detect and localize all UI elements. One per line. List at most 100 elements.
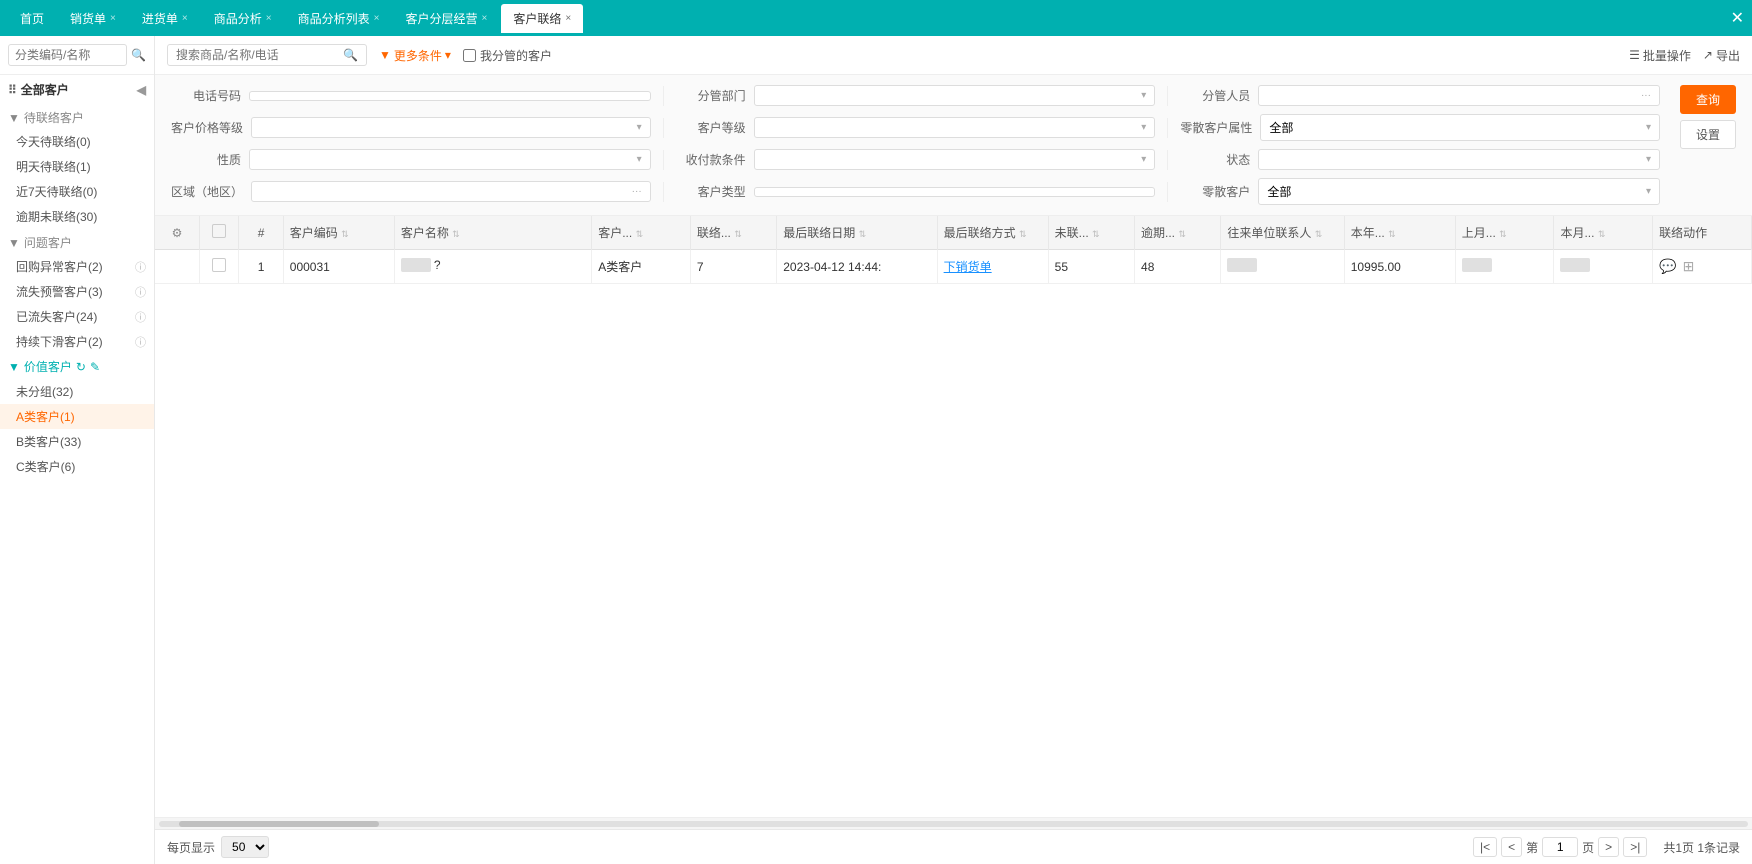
payment-input[interactable]: ▾ bbox=[754, 149, 1156, 170]
nav-tab-purchase[interactable]: 进货单 × bbox=[130, 4, 200, 33]
sidebar-item-ungrouped[interactable]: 未分组(32) bbox=[0, 379, 154, 404]
th-overdue[interactable]: 逾期... ⇅ bbox=[1135, 216, 1221, 250]
th-last-date[interactable]: 最后联络日期 ⇅ bbox=[777, 216, 937, 250]
phone-input[interactable] bbox=[249, 91, 651, 101]
th-settings[interactable]: ⚙ bbox=[155, 216, 199, 250]
sidebar-item-class-c[interactable]: C类客户(6) bbox=[0, 454, 154, 479]
refresh-icon[interactable]: ↻ bbox=[76, 360, 86, 374]
sidebar-item-declining[interactable]: 持续下滑客户(2) ⓘ bbox=[0, 329, 154, 354]
nav-tab-customer-contact[interactable]: 客户联络 × bbox=[501, 4, 583, 33]
sidebar-search-button[interactable]: 🔍 bbox=[131, 48, 146, 62]
customer-type-input[interactable] bbox=[754, 187, 1156, 197]
th-check[interactable] bbox=[199, 216, 238, 250]
gear-icon[interactable]: ⚙ bbox=[172, 226, 183, 240]
th-type[interactable]: 客户... ⇅ bbox=[592, 216, 691, 250]
th-code[interactable]: 客户编码 ⇅ bbox=[283, 216, 394, 250]
retail-input[interactable]: 全部 ▾ bbox=[1258, 178, 1660, 205]
sort-icon-type[interactable]: ⇅ bbox=[636, 229, 644, 239]
chat-icon[interactable]: 💬 bbox=[1659, 258, 1676, 275]
sidebar-item-overdue[interactable]: 逾期未联络(30) bbox=[0, 204, 154, 229]
nav-home[interactable]: 首页 bbox=[8, 4, 56, 33]
first-page-button[interactable]: |< bbox=[1473, 837, 1497, 857]
nav-tab-analysis-close[interactable]: × bbox=[266, 13, 272, 24]
sidebar-item-7days[interactable]: 近7天待联络(0) bbox=[0, 179, 154, 204]
sidebar-item-churn-warning[interactable]: 流失预警客户(3) ⓘ bbox=[0, 279, 154, 304]
sort-icon-contact[interactable]: ⇅ bbox=[734, 229, 742, 239]
filter-search-icon[interactable]: 🔍 bbox=[343, 48, 358, 62]
sort-icon-name[interactable]: ⇅ bbox=[452, 229, 460, 239]
qr-icon[interactable]: ⊞ bbox=[1683, 258, 1695, 275]
prev-page-button[interactable]: < bbox=[1501, 837, 1522, 857]
nav-tab-customer-contact-close[interactable]: × bbox=[565, 13, 571, 24]
last-page-button[interactable]: >| bbox=[1623, 837, 1647, 857]
person-input[interactable]: ··· bbox=[1258, 85, 1660, 106]
query-button[interactable]: 查询 bbox=[1680, 85, 1736, 114]
edit-icon[interactable]: ✎ bbox=[90, 360, 100, 374]
nav-tab-purchase-close[interactable]: × bbox=[182, 13, 188, 24]
price-level-label: 客户价格等级 bbox=[171, 119, 243, 136]
row-checkbox[interactable] bbox=[212, 258, 226, 272]
td-check[interactable] bbox=[199, 250, 238, 284]
scrollbar-track[interactable] bbox=[159, 821, 1748, 827]
th-last-month[interactable]: 上月... ⇅ bbox=[1455, 216, 1554, 250]
chevron-down-retail-attr: ▾ bbox=[1646, 122, 1651, 133]
sidebar-all-customers[interactable]: ⠿ 全部客户 ◀ bbox=[0, 75, 154, 104]
sidebar-search-input[interactable] bbox=[8, 44, 127, 66]
nav-tab-sales[interactable]: 销货单 × bbox=[58, 4, 128, 33]
th-company-contact[interactable]: 往来单位联系人 ⇅ bbox=[1221, 216, 1344, 250]
th-not-contacted[interactable]: 未联... ⇅ bbox=[1048, 216, 1134, 250]
filter-more-conditions[interactable]: ▼ 更多条件 ▾ bbox=[379, 47, 451, 64]
nav-tab-customer-tier-close[interactable]: × bbox=[481, 13, 487, 24]
th-last-method[interactable]: 最后联络方式 ⇅ bbox=[937, 216, 1048, 250]
sort-icon-this-year[interactable]: ⇅ bbox=[1388, 229, 1396, 239]
th-this-year[interactable]: 本年... ⇅ bbox=[1344, 216, 1455, 250]
nav-tab-analysis-list[interactable]: 商品分析列表 × bbox=[286, 4, 392, 33]
th-contact[interactable]: 联络... ⇅ bbox=[690, 216, 776, 250]
area-input[interactable]: ··· bbox=[251, 181, 651, 202]
sort-icon-last-date[interactable]: ⇅ bbox=[859, 229, 867, 239]
sort-icon-company-contact[interactable]: ⇅ bbox=[1315, 229, 1323, 239]
sort-icon-this-month[interactable]: ⇅ bbox=[1598, 229, 1606, 239]
filter-search-input[interactable] bbox=[176, 48, 343, 62]
select-all-checkbox[interactable] bbox=[212, 224, 226, 238]
price-level-input[interactable]: ▾ bbox=[251, 117, 651, 138]
sidebar-item-today[interactable]: 今天待联络(0) bbox=[0, 129, 154, 154]
nav-tab-sales-close[interactable]: × bbox=[110, 13, 116, 24]
current-page-input[interactable] bbox=[1542, 837, 1578, 857]
nature-input[interactable]: ▾ bbox=[249, 149, 651, 170]
sidebar-item-class-b[interactable]: B类客户(33) bbox=[0, 429, 154, 454]
page-size-select[interactable]: 50 bbox=[221, 836, 269, 858]
sort-icon-last-month[interactable]: ⇅ bbox=[1499, 229, 1507, 239]
sidebar-item-churned[interactable]: 已流失客户(24) ⓘ bbox=[0, 304, 154, 329]
dept-input[interactable]: ▾ bbox=[754, 85, 1156, 106]
sidebar-item-abnormal-repurchase[interactable]: 回购异常客户(2) ⓘ bbox=[0, 254, 154, 279]
sort-icon-code[interactable]: ⇅ bbox=[341, 229, 349, 239]
sort-icon-last-method[interactable]: ⇅ bbox=[1019, 229, 1027, 239]
my-customers-filter[interactable]: 我分管的客户 bbox=[463, 47, 552, 64]
collapse-icon[interactable]: ◀ bbox=[137, 83, 146, 97]
settings-button[interactable]: 设置 bbox=[1680, 120, 1736, 149]
sidebar-item-tomorrow[interactable]: 明天待联络(1) bbox=[0, 154, 154, 179]
divider-2 bbox=[1167, 86, 1168, 106]
th-name[interactable]: 客户名称 ⇅ bbox=[394, 216, 591, 250]
horizontal-scrollbar[interactable] bbox=[155, 817, 1752, 829]
td-last-method[interactable]: 下销货单 bbox=[937, 250, 1048, 284]
status-input[interactable]: ▾ bbox=[1258, 149, 1660, 170]
my-customers-checkbox[interactable] bbox=[463, 49, 476, 62]
scrollbar-thumb[interactable] bbox=[179, 821, 379, 827]
nav-tab-analysis-list-close[interactable]: × bbox=[374, 13, 380, 24]
nav-tab-customer-tier[interactable]: 客户分层经营 × bbox=[393, 4, 499, 33]
next-page-button[interactable]: > bbox=[1598, 837, 1619, 857]
nav-tab-analysis[interactable]: 商品分析 × bbox=[202, 4, 284, 33]
th-this-month[interactable]: 本月... ⇅ bbox=[1554, 216, 1653, 250]
window-close-button[interactable]: ✕ bbox=[1731, 8, 1744, 28]
last-method-link[interactable]: 下销货单 bbox=[944, 260, 992, 274]
sort-icon-not-contacted[interactable]: ⇅ bbox=[1092, 229, 1100, 239]
batch-ops-button[interactable]: ☰ 批量操作 bbox=[1629, 47, 1691, 64]
export-button[interactable]: ↗ 导出 bbox=[1703, 47, 1740, 64]
sidebar-item-class-a[interactable]: A类客户(1) bbox=[0, 404, 154, 429]
top-nav: 首页 销货单 × 进货单 × 商品分析 × 商品分析列表 × 客户分层经营 × … bbox=[0, 0, 1752, 36]
retail-attr-input[interactable]: 全部 ▾ bbox=[1260, 114, 1660, 141]
sort-icon-overdue[interactable]: ⇅ bbox=[1178, 229, 1186, 239]
customer-level-input[interactable]: ▾ bbox=[754, 117, 1156, 138]
